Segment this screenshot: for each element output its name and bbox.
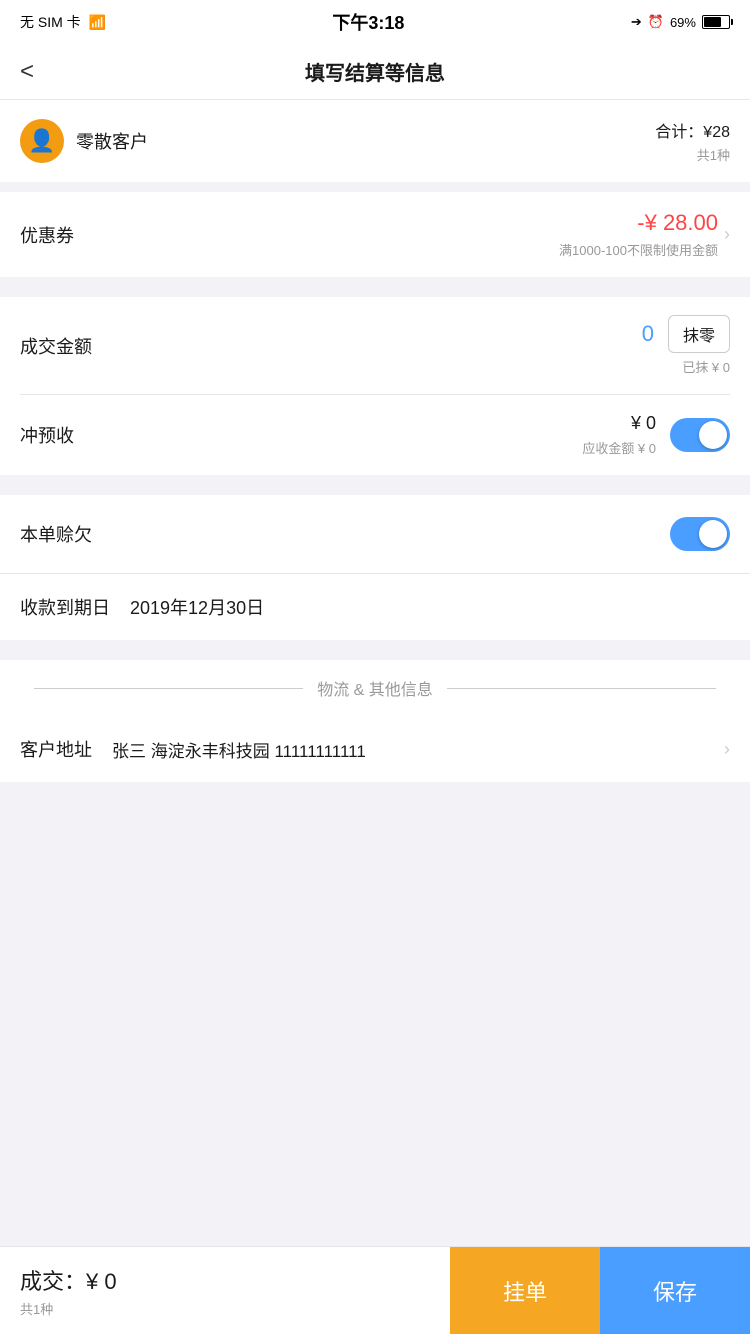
customer-right: 合计：¥28 共1种 — [655, 118, 730, 164]
alarm-icon: ⏰ — [648, 14, 664, 30]
battery-fill — [704, 17, 721, 27]
status-bar-right: ➔ ⏰ 69% — [631, 14, 730, 30]
round-button[interactable]: 抹零 — [668, 315, 730, 353]
bottom-count: 共1种 — [20, 1299, 430, 1318]
transaction-label: 成交金额 — [20, 333, 92, 359]
pending-button[interactable]: 挂单 — [450, 1247, 600, 1334]
logistics-section: 物流 & 其他信息 客户地址 张三 海淀永丰科技园 11111111111 › — [0, 660, 750, 782]
logistics-header: 物流 & 其他信息 — [0, 660, 750, 716]
avatar-icon: 👤 — [28, 128, 55, 154]
status-bar-time: 下午3:18 — [332, 9, 404, 35]
total-count: 共1种 — [655, 145, 730, 164]
logistics-title: 物流 & 其他信息 — [317, 676, 433, 700]
content: 👤 零散客户 合计：¥28 共1种 优惠券 -¥ 28.00 满1000-100… — [0, 100, 750, 892]
prepay-right: ¥ 0 应收金额 ¥ 0 — [582, 413, 730, 457]
coupon-section: 优惠券 -¥ 28.00 满1000-100不限制使用金额 › — [0, 192, 750, 277]
bottom-deal: 成交：¥ 0 — [20, 1264, 430, 1296]
due-date-value: 2019年12月30日 — [130, 594, 264, 620]
address-row[interactable]: 客户地址 张三 海淀永丰科技园 11111111111 › — [0, 716, 750, 782]
customer-left: 👤 零散客户 — [20, 119, 148, 163]
coupon-row[interactable]: 优惠券 -¥ 28.00 满1000-100不限制使用金额 › — [0, 192, 750, 277]
prepay-amount: ¥ 0 — [582, 413, 656, 434]
transaction-amount: 0 — [642, 321, 654, 347]
debt-row: 本单赊欠 — [0, 495, 750, 573]
coupon-chevron: › — [724, 224, 730, 245]
customer-row: 👤 零散客户 合计：¥28 共1种 — [0, 100, 750, 182]
save-button[interactable]: 保存 — [600, 1247, 750, 1334]
prepay-row: 冲预收 ¥ 0 应收金额 ¥ 0 — [0, 395, 750, 475]
customer-section: 👤 零散客户 合计：¥28 共1种 — [0, 100, 750, 182]
gray-separator-3 — [0, 650, 750, 660]
total-label: 合计：¥28 — [655, 118, 730, 142]
transaction-sub: 已抹 ¥ 0 — [642, 357, 730, 376]
bottom-deal-label: 成交： — [20, 1269, 86, 1294]
due-date-label: 收款到期日 — [20, 594, 110, 620]
transaction-right-top: 0 抹零 — [642, 315, 730, 353]
customer-avatar: 👤 — [20, 119, 64, 163]
location-icon: ➔ — [631, 14, 642, 30]
status-bar-left: 无 SIM 卡 📶 — [20, 12, 106, 32]
coupon-discount: -¥ 28.00 — [559, 210, 718, 236]
address-chevron: › — [724, 739, 730, 760]
coupon-desc: 满1000-100不限制使用金额 — [559, 240, 718, 259]
coupon-label: 优惠券 — [20, 222, 74, 248]
bottom-bar: 成交：¥ 0 共1种 挂单 保存 — [0, 1246, 750, 1334]
address-label: 客户地址 — [20, 736, 92, 762]
gray-separator-1 — [0, 287, 750, 297]
status-bar: 无 SIM 卡 📶 下午3:18 ➔ ⏰ 69% — [0, 0, 750, 44]
gray-separator-2 — [0, 485, 750, 495]
back-button[interactable]: < — [20, 58, 34, 86]
debt-label: 本单赊欠 — [20, 521, 92, 547]
prepay-toggle[interactable] — [670, 418, 730, 452]
coupon-right: -¥ 28.00 满1000-100不限制使用金额 — [559, 210, 718, 259]
battery-percent: 69% — [670, 15, 696, 30]
customer-name: 零散客户 — [76, 128, 148, 154]
transaction-section: 成交金额 0 抹零 已抹 ¥ 0 冲预收 ¥ 0 应收金额 ¥ 0 — [0, 297, 750, 475]
due-date-row: 收款到期日 2019年12月30日 — [0, 573, 750, 640]
battery-icon — [702, 15, 730, 29]
prepay-sub: 应收金额 ¥ 0 — [582, 438, 656, 457]
page-title: 填写结算等信息 — [305, 57, 445, 86]
address-value: 张三 海淀永丰科技园 11111111111 — [112, 737, 724, 762]
prepay-label: 冲预收 — [20, 422, 74, 448]
prepay-amounts: ¥ 0 应收金额 ¥ 0 — [582, 413, 656, 457]
debt-toggle[interactable] — [670, 517, 730, 551]
transaction-row: 成交金额 0 抹零 已抹 ¥ 0 — [0, 297, 750, 394]
debt-section: 本单赊欠 收款到期日 2019年12月30日 — [0, 495, 750, 640]
nav-bar: < 填写结算等信息 — [0, 44, 750, 100]
bottom-deal-amount: ¥ 0 — [86, 1269, 117, 1294]
gray-separator-4 — [0, 792, 750, 802]
bottom-info: 成交：¥ 0 共1种 — [0, 1264, 450, 1318]
